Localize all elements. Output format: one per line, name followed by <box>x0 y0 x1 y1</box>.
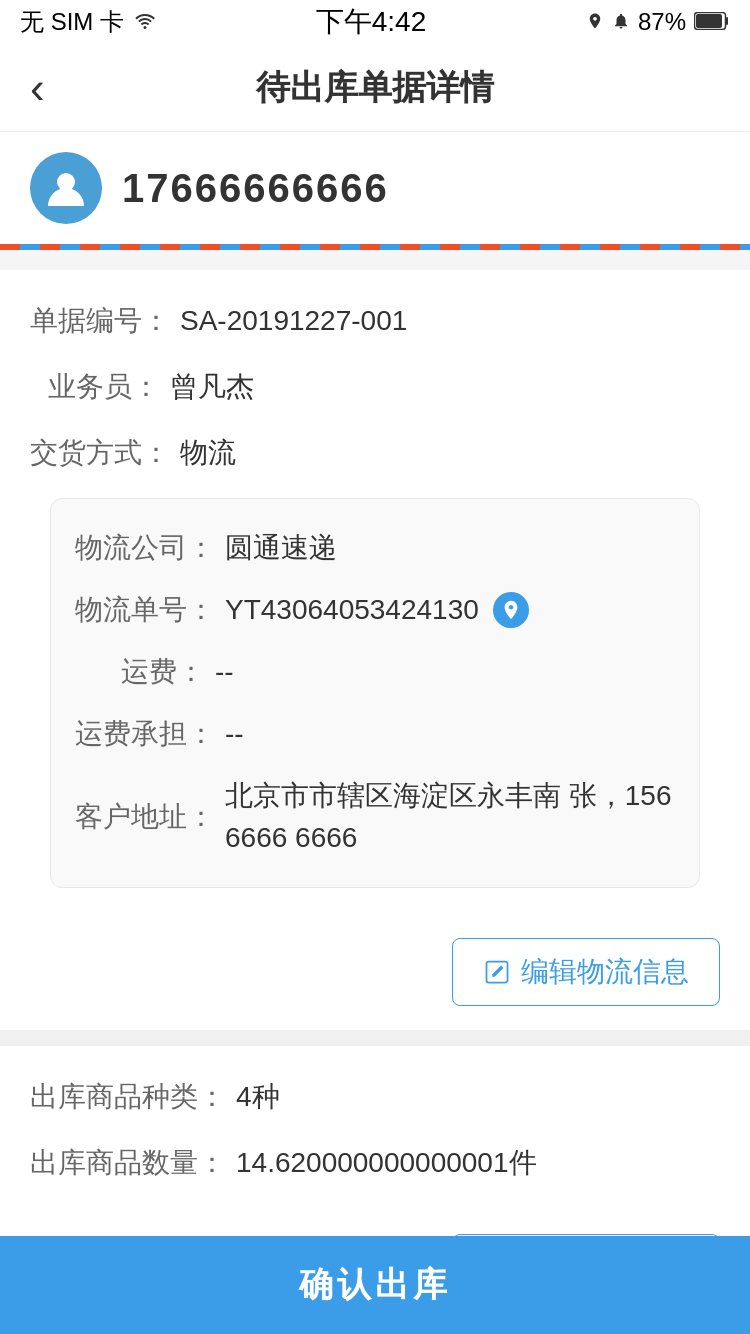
goods-type-label: 出库商品种类： <box>30 1076 236 1118</box>
order-no-label: 单据编号： <box>30 300 180 342</box>
status-right: 87% <box>586 8 730 36</box>
wifi-icon <box>134 9 156 35</box>
tracking-no-label: 物流单号： <box>75 591 225 629</box>
time-display: 下午4:42 <box>316 3 427 41</box>
order-info-section: 单据编号： SA-20191227-001 业务员： 曾凡杰 交货方式： 物流 … <box>0 270 750 918</box>
back-button[interactable]: ‹ <box>30 66 45 110</box>
delivery-method-value: 物流 <box>180 432 720 474</box>
order-no-value: SA-20191227-001 <box>180 300 720 342</box>
freight-row: 运费： -- <box>75 651 675 693</box>
confirm-button[interactable]: 确认出库 <box>299 1265 451 1303</box>
tracking-no-row: 物流单号： YT43064053424130 <box>75 589 675 631</box>
carrier-label: 无 SIM 卡 <box>20 6 124 38</box>
dashed-divider <box>0 244 750 250</box>
edit-logistics-label: 编辑物流信息 <box>521 953 689 991</box>
status-left: 无 SIM 卡 <box>20 6 156 38</box>
edit-logistics-button[interactable]: 编辑物流信息 <box>452 938 720 1006</box>
logistics-company-value: 圆通速递 <box>225 527 675 569</box>
goods-quantity-value: 14.620000000000001件 <box>236 1142 720 1184</box>
address-row: 客户地址： 北京市市辖区海淀区永丰南 张，156 6666 6666 <box>75 775 675 859</box>
customer-phone: 17666666666 <box>122 166 389 211</box>
nav-bar: ‹ 待出库单据详情 <box>0 44 750 132</box>
logistics-card: 物流公司： 圆通速递 物流单号： YT43064053424130 运费： --… <box>50 498 700 888</box>
order-no-row: 单据编号： SA-20191227-001 <box>30 300 720 342</box>
battery-label: 87% <box>638 8 686 36</box>
address-value: 北京市市辖区海淀区永丰南 张，156 6666 6666 <box>225 775 675 859</box>
freight-value: -- <box>215 651 675 693</box>
goods-quantity-row: 出库商品数量： 14.620000000000001件 <box>30 1142 720 1184</box>
section-divider <box>0 1030 750 1046</box>
freight-bearer-label: 运费承担： <box>75 715 225 753</box>
alarm-icon <box>612 8 630 36</box>
edit-btn-row: 编辑物流信息 <box>0 918 750 1030</box>
freight-bearer-row: 运费承担： -- <box>75 713 675 755</box>
logistics-company-label: 物流公司： <box>75 529 225 567</box>
battery-icon <box>694 8 730 36</box>
goods-type-row: 出库商品种类： 4种 <box>30 1076 720 1118</box>
goods-section: 出库商品种类： 4种 出库商品数量： 14.620000000000001件 <box>0 1046 750 1214</box>
logistics-company-row: 物流公司： 圆通速递 <box>75 527 675 569</box>
goods-quantity-label: 出库商品数量： <box>30 1142 236 1184</box>
salesperson-value: 曾凡杰 <box>170 366 720 408</box>
tracking-no-text: YT43064053424130 <box>225 589 479 631</box>
location-pin-button[interactable] <box>493 592 529 628</box>
freight-bearer-value: -- <box>225 713 675 755</box>
confirm-btn-wrap[interactable]: 确认出库 <box>0 1236 750 1334</box>
freight-label: 运费： <box>75 653 215 691</box>
page-title: 待出库单据详情 <box>256 65 494 111</box>
tracking-no-value: YT43064053424130 <box>225 589 675 631</box>
svg-rect-1 <box>696 14 722 28</box>
delivery-method-row: 交货方式： 物流 <box>30 432 720 474</box>
salesperson-row: 业务员： 曾凡杰 <box>30 366 720 408</box>
goods-type-value: 4种 <box>236 1076 720 1118</box>
status-bar: 无 SIM 卡 下午4:42 87% <box>0 0 750 44</box>
delivery-method-label: 交货方式： <box>30 432 180 474</box>
address-label: 客户地址： <box>75 798 225 836</box>
customer-header: 17666666666 <box>0 132 750 244</box>
avatar <box>30 152 102 224</box>
salesperson-label: 业务员： <box>30 366 170 408</box>
gps-icon <box>586 8 604 36</box>
